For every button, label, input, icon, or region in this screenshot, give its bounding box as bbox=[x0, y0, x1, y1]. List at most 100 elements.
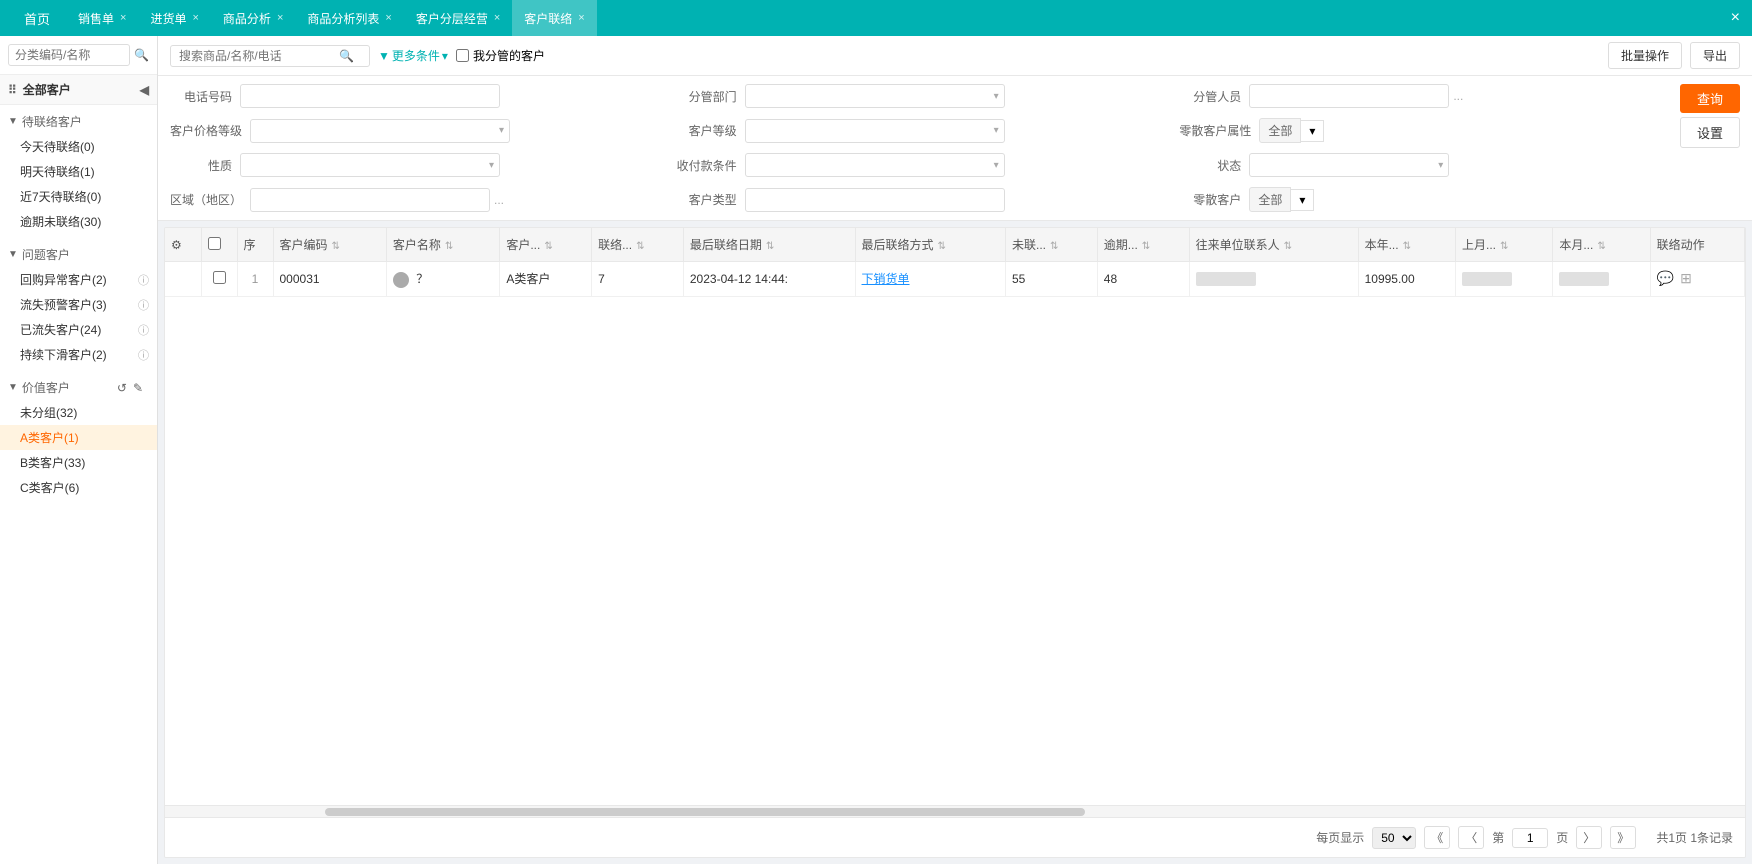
col-name[interactable]: 客户名称⇅ bbox=[386, 228, 499, 262]
close-tab-1-icon[interactable]: × bbox=[192, 12, 198, 24]
info-icon-1[interactable]: ⓘ bbox=[138, 272, 149, 288]
col-code[interactable]: 客户编码⇅ bbox=[273, 228, 386, 262]
status-select[interactable] bbox=[1249, 153, 1449, 177]
sidebar-item-c-class[interactable]: C类客户(6) bbox=[0, 475, 157, 500]
last-contact-type-link[interactable]: 下销货单 bbox=[862, 272, 910, 286]
sidebar-search-icon[interactable]: 🔍 bbox=[134, 48, 149, 62]
sidebar-section-problem-title[interactable]: ▼ 问题客户 bbox=[0, 242, 157, 267]
chat-icon[interactable]: 💬 bbox=[1657, 270, 1674, 287]
col-contact2[interactable]: 往来单位联系人⇅ bbox=[1189, 228, 1358, 262]
prev-page-btn[interactable]: 〈 bbox=[1458, 826, 1484, 849]
filter-search-icon[interactable]: 🔍 bbox=[339, 49, 354, 63]
customer-color-dot bbox=[393, 272, 409, 288]
row-checkbox-cell[interactable] bbox=[201, 262, 237, 297]
export-btn[interactable]: 导出 bbox=[1690, 42, 1740, 69]
filter-more-btn[interactable]: ▼ 更多条件 ▾ bbox=[378, 47, 448, 64]
refresh-icon[interactable]: ↺ bbox=[117, 381, 127, 395]
sidebar-item-repurchase-abnormal[interactable]: 回购异常客户(2) ⓘ bbox=[0, 267, 157, 292]
nav-tab-0[interactable]: 销售单 × bbox=[66, 0, 138, 36]
filter-search-input[interactable] bbox=[179, 49, 339, 63]
col-last-month[interactable]: 上月...⇅ bbox=[1456, 228, 1553, 262]
first-page-btn[interactable]: 《 bbox=[1424, 826, 1450, 849]
customer-grade-select[interactable] bbox=[745, 119, 1005, 143]
dept-select[interactable] bbox=[745, 84, 1005, 108]
info-icon-4[interactable]: ⓘ bbox=[138, 347, 149, 363]
close-tab-0-icon[interactable]: × bbox=[120, 12, 126, 24]
price-grade-select[interactable] bbox=[250, 119, 510, 143]
close-tab-3-icon[interactable]: × bbox=[385, 12, 391, 24]
close-tab-4-icon[interactable]: × bbox=[494, 12, 500, 24]
filter-field-ctype: 客户类型 bbox=[675, 188, 1164, 212]
batch-op-btn[interactable]: 批量操作 bbox=[1608, 42, 1682, 69]
row-checkbox[interactable] bbox=[213, 271, 226, 284]
page-input[interactable] bbox=[1512, 828, 1548, 848]
region-dots-btn[interactable]: ... bbox=[490, 189, 508, 211]
col-type[interactable]: 客户...⇅ bbox=[500, 228, 592, 262]
edit-icon[interactable]: ✎ bbox=[133, 381, 143, 395]
setting-btn[interactable]: 设置 bbox=[1680, 117, 1740, 148]
filter-field-region: 区域（地区） ... bbox=[170, 188, 659, 212]
last-page-btn[interactable]: 》 bbox=[1610, 826, 1636, 849]
sidebar-item-loss-warning[interactable]: 流失预警客户(3) ⓘ bbox=[0, 292, 157, 317]
region-input[interactable] bbox=[250, 188, 490, 212]
sidebar-search-input[interactable] bbox=[8, 44, 130, 66]
scrollbar-thumb[interactable] bbox=[325, 808, 1085, 816]
retail-chevron-icon[interactable]: ▾ bbox=[1291, 189, 1314, 211]
col-last-date[interactable]: 最后联络日期⇅ bbox=[683, 228, 855, 262]
nav-tab-4[interactable]: 客户分层经营 × bbox=[404, 0, 512, 36]
sidebar-item-a-class[interactable]: A类客户(1) bbox=[0, 425, 157, 450]
sidebar-item-overdue[interactable]: 逾期未联络(30) bbox=[0, 209, 157, 234]
col-gear[interactable]: ⚙ bbox=[165, 228, 201, 262]
gear-icon[interactable]: ⚙ bbox=[171, 238, 182, 252]
col-this-month[interactable]: 本月...⇅ bbox=[1553, 228, 1650, 262]
phone-input[interactable] bbox=[240, 84, 500, 108]
per-page-select[interactable]: 50 bbox=[1372, 827, 1416, 849]
query-btn[interactable]: 查询 bbox=[1680, 84, 1740, 113]
sidebar-section-pending-title[interactable]: ▼ 待联络客户 bbox=[0, 109, 157, 134]
nav-home[interactable]: 首页 bbox=[8, 0, 66, 36]
col-no-contact[interactable]: 未联...⇅ bbox=[1006, 228, 1098, 262]
retail-attr-chevron-icon[interactable]: ▾ bbox=[1301, 120, 1324, 142]
sidebar-item-tomorrow[interactable]: 明天待联络(1) bbox=[0, 159, 157, 184]
row-last-type-cell[interactable]: 下销货单 bbox=[855, 262, 1005, 297]
row-this-year-cell: 10995.00 bbox=[1358, 262, 1455, 297]
nav-tab-3[interactable]: 商品分析列表 × bbox=[295, 0, 403, 36]
col-contact[interactable]: 联络...⇅ bbox=[592, 228, 684, 262]
close-tab-5-icon[interactable]: × bbox=[578, 12, 584, 24]
sidebar-item-b-class[interactable]: B类客户(33) bbox=[0, 450, 157, 475]
sidebar-collapse-btn[interactable]: ◀ bbox=[140, 83, 149, 97]
table-wrapper[interactable]: ⚙ 序 客户编码⇅ 客户名称⇅ 客户...⇅ 联络...⇅ 最后联络日期⇅ 最后 bbox=[165, 228, 1745, 805]
ctype-input[interactable] bbox=[745, 188, 1005, 212]
select-all-checkbox[interactable] bbox=[208, 237, 221, 250]
sidebar-item-declining[interactable]: 持续下滑客户(2) ⓘ bbox=[0, 342, 157, 367]
close-window-icon[interactable]: × bbox=[1731, 9, 1740, 27]
col-this-year[interactable]: 本年...⇅ bbox=[1358, 228, 1455, 262]
person-dots-btn[interactable]: ... bbox=[1449, 85, 1467, 107]
info-icon-2[interactable]: ⓘ bbox=[138, 297, 149, 313]
nav-tab-1[interactable]: 进货单 × bbox=[138, 0, 210, 36]
sidebar-item-7days[interactable]: 近7天待联络(0) bbox=[0, 184, 157, 209]
info-icon-3[interactable]: ⓘ bbox=[138, 322, 149, 338]
retail-attr-label: 零散客户属性 bbox=[1179, 122, 1259, 139]
col-checkbox[interactable] bbox=[201, 228, 237, 262]
sidebar-item-lost[interactable]: 已流失客户(24) ⓘ bbox=[0, 317, 157, 342]
sidebar-section-value-title[interactable]: ▼ 价值客户 ↺ ✎ bbox=[0, 375, 157, 400]
payment-select[interactable] bbox=[745, 153, 1005, 177]
close-tab-2-icon[interactable]: × bbox=[277, 12, 283, 24]
my-customers-checkbox[interactable] bbox=[456, 49, 469, 62]
sidebar-item-unclassified[interactable]: 未分组(32) bbox=[0, 400, 157, 425]
qr-icon[interactable]: ⊞ bbox=[1680, 270, 1692, 287]
horizontal-scrollbar[interactable] bbox=[165, 805, 1745, 817]
nature-select[interactable] bbox=[240, 153, 500, 177]
sidebar-item-today[interactable]: 今天待联络(0) bbox=[0, 134, 157, 159]
nav-tab-2[interactable]: 商品分析 × bbox=[211, 0, 295, 36]
all-customers-label: 全部客户 bbox=[23, 81, 71, 98]
person-input[interactable] bbox=[1249, 84, 1449, 108]
next-page-btn[interactable]: 〉 bbox=[1576, 826, 1602, 849]
my-customers-checkbox-wrap[interactable]: 我分管的客户 bbox=[456, 47, 545, 64]
row-gear-cell bbox=[165, 262, 201, 297]
nav-tab-5[interactable]: 客户联络 × bbox=[512, 0, 596, 36]
col-last-type[interactable]: 最后联络方式⇅ bbox=[855, 228, 1005, 262]
region-label: 区域（地区） bbox=[170, 191, 250, 208]
col-overdue[interactable]: 逾期...⇅ bbox=[1097, 228, 1189, 262]
